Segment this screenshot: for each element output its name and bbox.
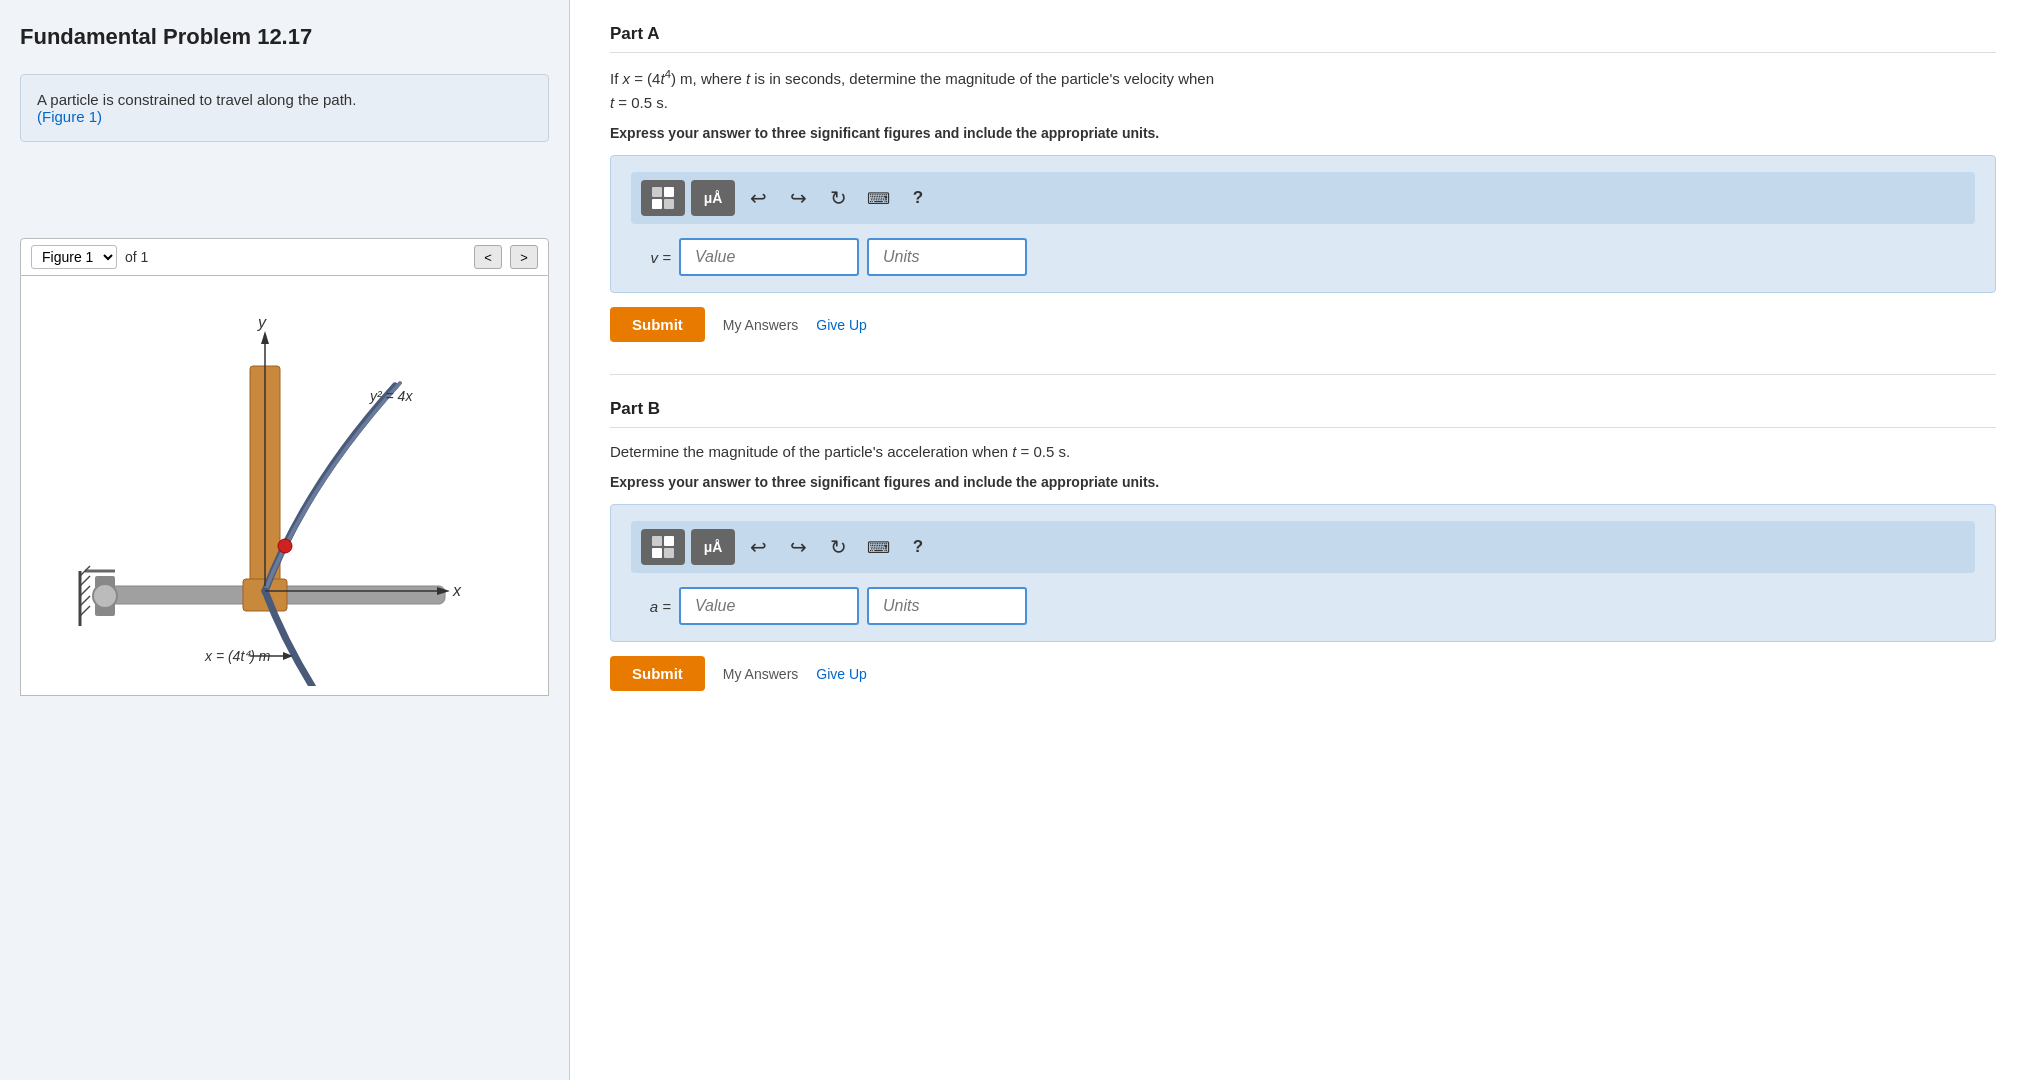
svg-rect-25 [664,187,674,197]
part-b-toolbar: μÅ ↩ ↪ ↻ ⌨ ? [631,521,1975,573]
part-a-my-answers: My Answers [723,317,798,333]
svg-point-5 [93,584,117,608]
part-b-my-answers: My Answers [723,666,798,682]
svg-rect-26 [652,199,662,209]
part-b-title: Part B [610,399,1996,428]
part-b-grid-icon-button[interactable] [641,529,685,565]
left-panel: Fundamental Problem 12.17 A particle is … [0,0,570,1080]
svg-rect-30 [652,548,662,558]
description-text: A particle is constrained to travel alon… [37,91,356,108]
part-b-keyboard-button[interactable]: ⌨ [861,530,895,564]
part-b-refresh-button[interactable]: ↻ [821,530,855,564]
part-a-undo-button[interactable]: ↩ [741,181,775,215]
svg-rect-28 [652,536,662,546]
part-a-question: If x = (4t4) m, where t is in seconds, d… [610,65,1996,115]
problem-title: Fundamental Problem 12.17 [20,24,549,50]
part-a-help-button[interactable]: ? [901,181,935,215]
part-a-units-input[interactable] [867,238,1027,276]
svg-rect-0 [75,286,495,686]
svg-rect-29 [664,536,674,546]
part-b-section: Part B Determine the magnitude of the pa… [610,399,1996,691]
svg-text:y² = 4x: y² = 4x [369,388,413,404]
part-b-give-up-link[interactable]: Give Up [816,666,867,682]
svg-text:y: y [257,314,267,331]
part-a-instruction: Express your answer to three significant… [610,125,1996,141]
part-a-grid-icon-button[interactable] [641,180,685,216]
figure-of-label: of 1 [125,249,148,265]
svg-rect-24 [652,187,662,197]
part-b-answer-box: μÅ ↩ ↪ ↻ ⌨ ? a = [610,504,1996,642]
part-b-undo-button[interactable]: ↩ [741,530,775,564]
right-panel: Part A If x = (4t4) m, where t is in sec… [570,0,2036,1080]
part-a-answer-box: μÅ ↩ ↪ ↻ ⌨ ? v = [610,155,1996,293]
part-a-redo-button[interactable]: ↪ [781,181,815,215]
problem-description: A particle is constrained to travel alon… [20,74,549,142]
part-a-refresh-button[interactable]: ↻ [821,181,855,215]
part-b-action-row: Submit My Answers Give Up [610,656,1996,691]
figure-nav: Figure 1 of 1 < > [20,238,549,276]
part-b-question: Determine the magnitude of the particle'… [610,440,1996,464]
part-a-give-up-link[interactable]: Give Up [816,317,867,333]
part-a-label: v = [631,249,671,266]
figure-select[interactable]: Figure 1 [31,245,117,269]
part-b-mu-button[interactable]: μÅ [691,529,735,565]
part-a-mu-button[interactable]: μÅ [691,180,735,216]
svg-rect-31 [664,548,674,558]
part-b-units-input[interactable] [867,587,1027,625]
figure-diagram: y x y² = 4x x = (4t⁴) m [20,276,549,696]
svg-text:x: x [452,582,462,599]
part-b-input-row: a = [631,587,1975,625]
part-b-redo-button[interactable]: ↪ [781,530,815,564]
svg-point-19 [278,539,292,553]
figure-svg: y x y² = 4x x = (4t⁴) m [75,286,495,686]
part-a-section: Part A If x = (4t4) m, where t is in sec… [610,24,1996,342]
part-a-title: Part A [610,24,1996,53]
part-b-label: a = [631,598,671,615]
part-a-input-row: v = [631,238,1975,276]
nav-prev-button[interactable]: < [474,245,502,269]
part-b-instruction: Express your answer to three significant… [610,474,1996,490]
figure-link[interactable]: (Figure 1) [37,108,102,125]
part-b-value-input[interactable] [679,587,859,625]
part-b-submit-button[interactable]: Submit [610,656,705,691]
svg-rect-27 [664,199,674,209]
part-a-keyboard-button[interactable]: ⌨ [861,181,895,215]
part-a-toolbar: μÅ ↩ ↪ ↻ ⌨ ? [631,172,1975,224]
part-a-action-row: Submit My Answers Give Up [610,307,1996,342]
nav-next-button[interactable]: > [510,245,538,269]
part-a-submit-button[interactable]: Submit [610,307,705,342]
section-divider [610,374,1996,375]
part-a-value-input[interactable] [679,238,859,276]
part-b-help-button[interactable]: ? [901,530,935,564]
